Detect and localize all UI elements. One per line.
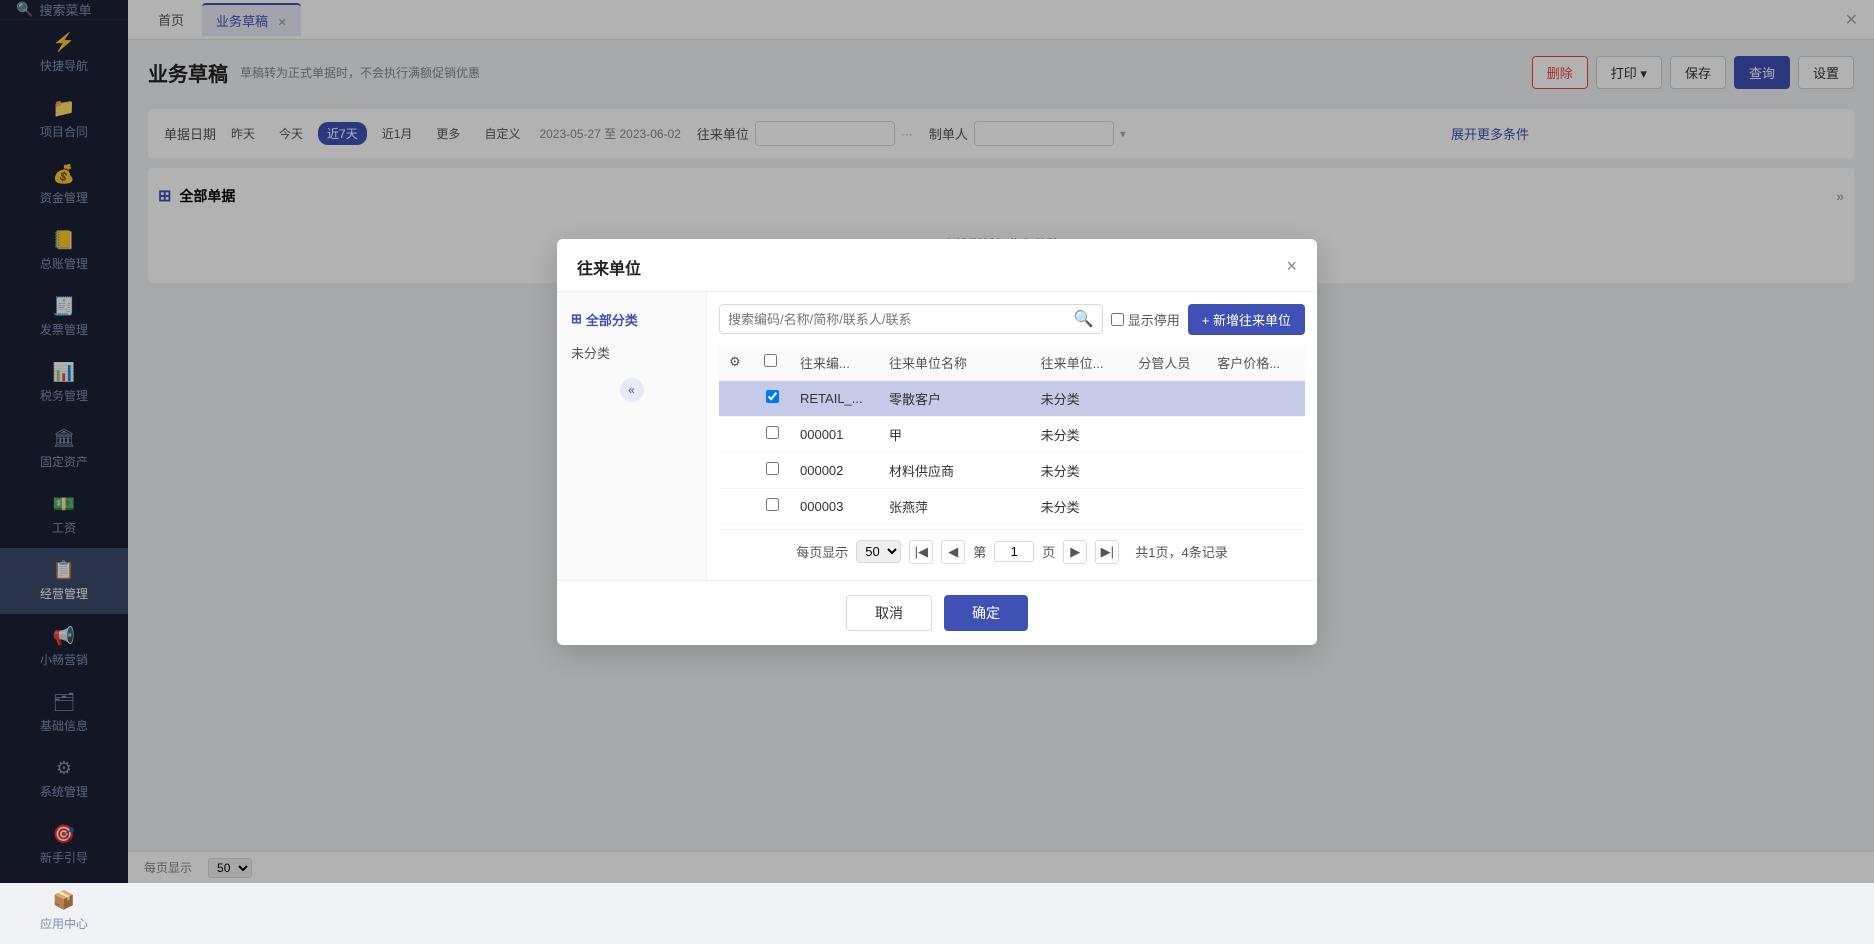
dialog-footer: 取消 确定 <box>557 580 1317 645</box>
search-input-wrap: 🔍 <box>719 304 1103 334</box>
page-input[interactable] <box>994 541 1034 562</box>
show-disabled-label: 显示停用 <box>1128 310 1180 329</box>
panel-item-unclassified[interactable]: 未分类 <box>557 335 706 370</box>
th-price: 客户价格... <box>1207 345 1305 381</box>
panel-title: ⊞ 全部分类 <box>557 304 706 335</box>
table-body: RETAIL_... 零散客户 未分类 000001 甲 <box>719 380 1305 524</box>
table-head: ⚙ 往来编... 往来单位名称 往来单位... 分管人员 客户价格... <box>719 345 1305 381</box>
th-name: 往来单位名称 <box>879 345 1031 381</box>
panel-collapse-btn[interactable]: « <box>620 378 644 402</box>
th-person: 分管人员 <box>1128 345 1207 381</box>
th-check <box>754 345 790 381</box>
dialog-overlay: 往来单位 × ⊞ 全部分类 未分类 « 🔍 <box>0 0 1874 883</box>
row-check[interactable] <box>754 488 790 524</box>
row-category: 未分类 <box>1031 452 1129 488</box>
total-label: 共1页，4条记录 <box>1135 542 1227 561</box>
partner-dialog: 往来单位 × ⊞ 全部分类 未分类 « 🔍 <box>557 239 1317 645</box>
row-settings <box>719 380 754 416</box>
search-icon: 🔍 <box>1074 309 1094 329</box>
table-row[interactable]: 000002 材料供应商 未分类 <box>719 452 1305 488</box>
row-name: 张燕萍 <box>879 488 1031 524</box>
row-code: 000002 <box>790 452 879 488</box>
row-person <box>1128 380 1207 416</box>
left-panel: ⊞ 全部分类 未分类 « <box>557 292 707 580</box>
grid-icon: ⊞ <box>571 311 582 327</box>
page-label: 第 <box>973 542 986 561</box>
first-page-btn[interactable]: |◀ <box>909 540 933 564</box>
table-row[interactable]: 000001 甲 未分类 <box>719 416 1305 452</box>
sidebar-item-label: 应用中心 <box>40 915 88 932</box>
page-suffix: 页 <box>1042 542 1055 561</box>
last-page-btn[interactable]: ▶| <box>1095 540 1119 564</box>
sidebar-item-apps[interactable]: 📦 应用中心 <box>0 878 128 944</box>
table-scroll: ⚙ 往来编... 往来单位名称 往来单位... 分管人员 客户价格... <box>719 345 1305 525</box>
apps-icon: 📦 <box>53 890 75 911</box>
row-code: 000003 <box>790 488 879 524</box>
row-name: 零散客户 <box>879 380 1031 416</box>
row-name: 甲 <box>879 416 1031 452</box>
row-person <box>1128 416 1207 452</box>
table-row[interactable]: 000003 张燕萍 未分类 <box>719 488 1305 524</box>
add-partner-button[interactable]: + 新增往来单位 <box>1188 304 1305 335</box>
row-category: 未分类 <box>1031 488 1129 524</box>
show-disabled-wrap: 显示停用 <box>1111 310 1180 329</box>
cancel-button[interactable]: 取消 <box>846 595 932 631</box>
row-price <box>1207 452 1305 488</box>
row-person <box>1128 488 1207 524</box>
row-category: 未分类 <box>1031 380 1129 416</box>
row-person <box>1128 452 1207 488</box>
right-toolbar: 🔍 显示停用 + 新增往来单位 <box>719 304 1305 335</box>
th-category: 往来单位... <box>1031 345 1129 381</box>
partner-table: ⚙ 往来编... 往来单位名称 往来单位... 分管人员 客户价格... <box>719 345 1305 525</box>
row-price <box>1207 380 1305 416</box>
th-settings: ⚙ <box>719 345 754 381</box>
table-row[interactable]: RETAIL_... 零散客户 未分类 <box>719 380 1305 416</box>
row-price <box>1207 488 1305 524</box>
row-code: 000001 <box>790 416 879 452</box>
prev-page-btn[interactable]: ◀ <box>941 540 965 564</box>
search-input[interactable] <box>728 312 1070 327</box>
right-panel: 🔍 显示停用 + 新增往来单位 ⚙ <box>707 292 1317 580</box>
row-code: RETAIL_... <box>790 380 879 416</box>
th-code: 往来编... <box>790 345 879 381</box>
confirm-button[interactable]: 确定 <box>944 595 1028 631</box>
dialog-body: ⊞ 全部分类 未分类 « 🔍 显示停用 <box>557 292 1317 580</box>
dialog-header: 往来单位 × <box>557 239 1317 292</box>
dialog-title: 往来单位 <box>577 255 641 279</box>
row-check[interactable] <box>754 452 790 488</box>
row-name: 材料供应商 <box>879 452 1031 488</box>
row-settings <box>719 488 754 524</box>
row-settings <box>719 416 754 452</box>
row-settings <box>719 452 754 488</box>
show-disabled-checkbox[interactable] <box>1111 313 1124 326</box>
dialog-close-button[interactable]: × <box>1286 256 1297 277</box>
next-page-btn[interactable]: ▶ <box>1063 540 1087 564</box>
row-check[interactable] <box>754 380 790 416</box>
row-category: 未分类 <box>1031 416 1129 452</box>
row-price <box>1207 416 1305 452</box>
pagination: 每页显示 50 |◀ ◀ 第 页 ▶ ▶| 共1页，4条记录 <box>719 529 1305 568</box>
select-all-checkbox[interactable] <box>764 354 777 367</box>
per-page-label: 每页显示 <box>796 542 848 561</box>
row-check[interactable] <box>754 416 790 452</box>
per-page-select[interactable]: 50 <box>856 540 901 563</box>
